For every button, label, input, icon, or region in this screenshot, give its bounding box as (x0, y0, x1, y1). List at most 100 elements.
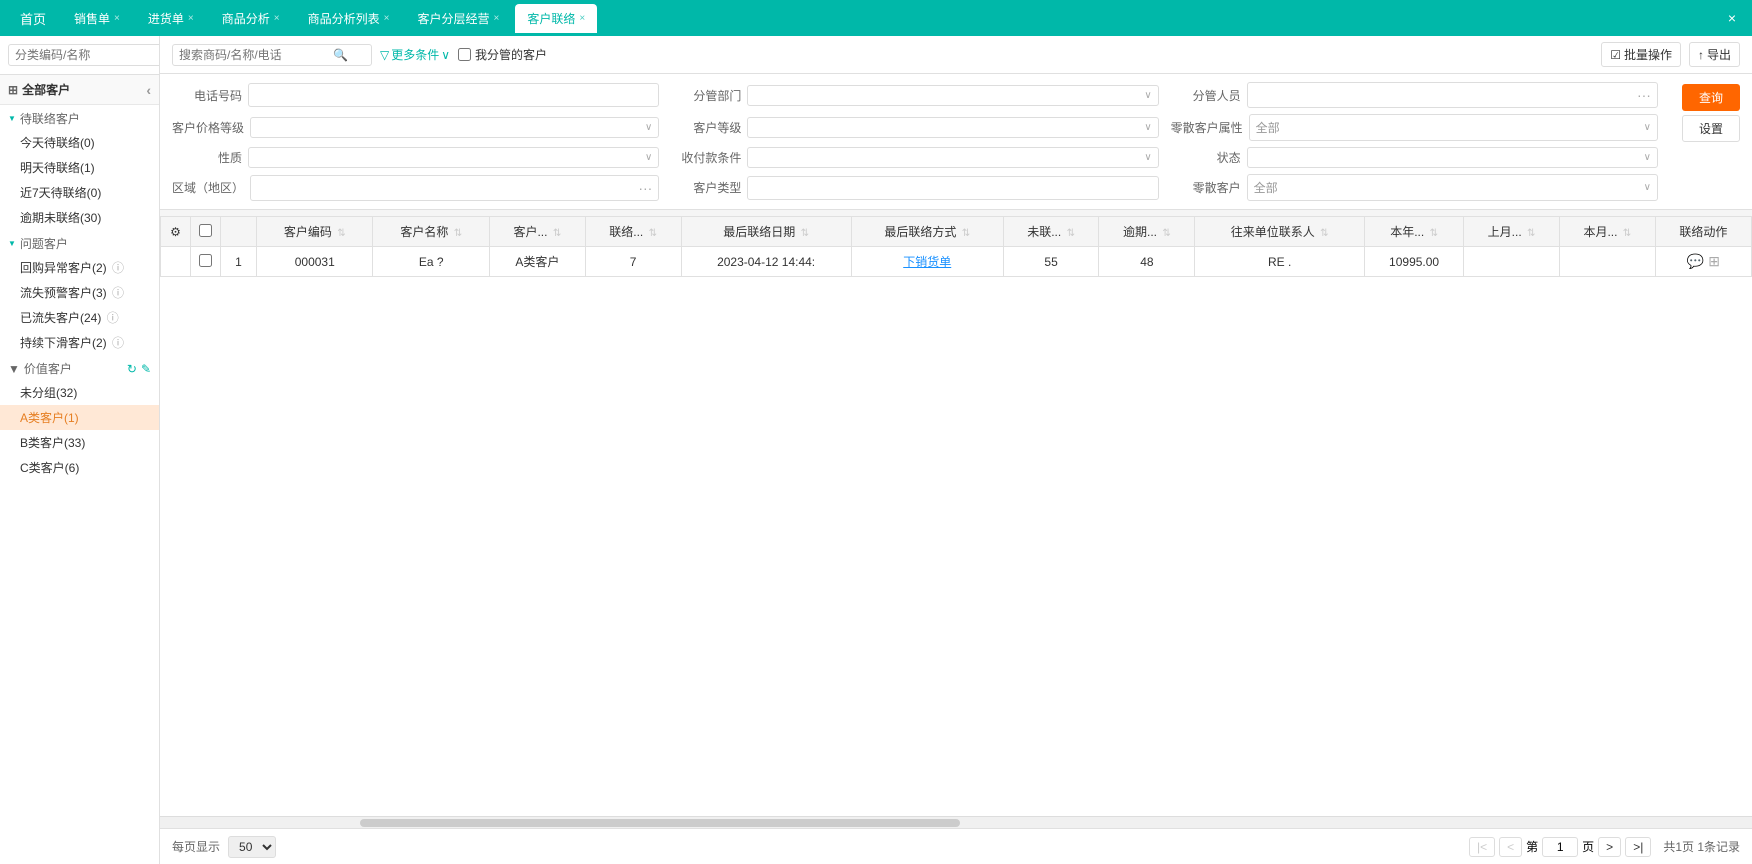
pending-contact-group[interactable]: ▼ 待联络客户 (0, 105, 159, 130)
sidebar-item-unclassified[interactable]: 未分组(32) (0, 380, 159, 405)
more-dots-icon[interactable]: ··· (638, 180, 652, 196)
my-customers-checkbox-label[interactable]: 我分管的客户 (458, 46, 547, 63)
filter-select-retail[interactable]: 全部 ∨ (1247, 174, 1658, 201)
prev-page-button[interactable]: < (1499, 837, 1522, 857)
col-customer-grade[interactable]: 客户... ⇅ (489, 217, 585, 247)
filter-input-person[interactable]: ··· (1247, 82, 1658, 108)
filter-cell-region: 区域（地区） ··· (172, 175, 671, 201)
nav-home[interactable]: 首页 (8, 3, 58, 34)
filter-input-phone[interactable] (248, 83, 659, 107)
filter-select-dept[interactable]: ∨ (747, 85, 1158, 106)
query-button[interactable]: 查询 (1682, 84, 1740, 111)
close-icon[interactable]: × (493, 13, 499, 24)
sort-icon: ⇅ (553, 228, 561, 239)
batch-operation-button[interactable]: ☑ 批量操作 (1601, 42, 1681, 67)
row-checkbox[interactable] (199, 254, 212, 267)
first-page-button[interactable]: |< (1469, 837, 1495, 857)
collapse-icon[interactable]: ‹ (146, 82, 151, 98)
filter-select-nature[interactable]: ∨ (248, 147, 659, 168)
sidebar-item-today[interactable]: 今天待联络(0) (0, 130, 159, 155)
refresh-icon[interactable]: ↻ (127, 362, 137, 376)
sidebar-item-repurchase-abnormal[interactable]: 回购异常客户(2) ⓘ (0, 255, 159, 280)
col-year-amount[interactable]: 本年... ⇅ (1364, 217, 1463, 247)
info-icon: ⓘ (112, 336, 124, 350)
last-method-link[interactable]: 下销货单 (903, 255, 951, 269)
page-size-select[interactable]: 50 (228, 836, 276, 858)
main-search-icon[interactable]: 🔍 (333, 48, 348, 62)
filter-label-retail: 零散客户 (1171, 179, 1241, 196)
next-page-button[interactable]: > (1598, 837, 1621, 857)
tab-product-analysis[interactable]: 商品分析 × (210, 4, 292, 33)
close-icon[interactable]: × (384, 13, 390, 24)
sidebar-item-class-a[interactable]: A类客户(1) (0, 405, 159, 430)
sidebar-item-tomorrow[interactable]: 明天待联络(1) (0, 155, 159, 180)
filter-select-status[interactable]: ∨ (1247, 147, 1658, 168)
scrollbar-thumb[interactable] (360, 819, 960, 827)
close-icon[interactable]: × (579, 13, 585, 24)
filter-label-price-level: 客户价格等级 (172, 119, 244, 136)
close-icon[interactable]: × (274, 13, 280, 24)
tab-customer-contact[interactable]: 客户联络 × (515, 4, 597, 33)
sidebar-item-churn-warning[interactable]: 流失预警客户(3) ⓘ (0, 280, 159, 305)
category-search-input[interactable] (8, 44, 160, 66)
col-check[interactable] (191, 217, 221, 247)
cell-check[interactable] (191, 247, 221, 277)
problem-customers-group[interactable]: ▼ 问题客户 (0, 230, 159, 255)
settings-button[interactable]: 设置 (1682, 115, 1740, 142)
message-icon[interactable]: 💬 (1687, 253, 1704, 270)
col-last-method[interactable]: 最后联络方式 ⇅ (851, 217, 1003, 247)
main-search-box[interactable]: 🔍 (172, 44, 372, 66)
edit-icon[interactable]: ✎ (141, 362, 151, 376)
triangle-icon: ▼ (8, 114, 16, 123)
tab-customer-segment[interactable]: 客户分层经营 × (405, 4, 511, 33)
col-overdue[interactable]: 逾期... ⇅ (1099, 217, 1195, 247)
export-button[interactable]: ↑ 导出 (1689, 42, 1740, 67)
col-customer-code[interactable]: 客户编码 ⇅ (257, 217, 373, 247)
all-customers-header[interactable]: ⊞ 全部客户 ‹ (0, 75, 159, 105)
sidebar-item-declining[interactable]: 持续下滑客户(2) ⓘ (0, 330, 159, 355)
close-icon[interactable]: × (114, 13, 120, 24)
filter-select-retail-attr[interactable]: 全部 ∨ (1249, 114, 1658, 141)
window-close-button[interactable]: × (1720, 6, 1744, 30)
sidebar-item-churned[interactable]: 已流失客户(24) ⓘ (0, 305, 159, 330)
col-contacts-person[interactable]: 往来单位联系人 ⇅ (1195, 217, 1365, 247)
last-page-button[interactable]: >| (1625, 837, 1651, 857)
cell-grade: A类客户 (489, 247, 585, 277)
sidebar-item-7days[interactable]: 近7天待联络(0) (0, 180, 159, 205)
more-filter-button[interactable]: ▽ 更多条件 ∨ (380, 46, 450, 63)
sort-icon: ⇅ (801, 228, 809, 239)
filter-select-payment[interactable]: ∨ (747, 147, 1158, 168)
value-group-label[interactable]: ▼ 价值客户 (8, 360, 72, 377)
filter-input-region[interactable]: ··· (250, 175, 659, 201)
filter-input-customer-type[interactable] (747, 176, 1158, 200)
cell-last-method[interactable]: 下销货单 (851, 247, 1003, 277)
my-customers-checkbox[interactable] (458, 48, 471, 61)
col-last-month[interactable]: 上月... ⇅ (1464, 217, 1560, 247)
col-last-date[interactable]: 最后联络日期 ⇅ (681, 217, 851, 247)
close-icon[interactable]: × (188, 13, 194, 24)
col-customer-name[interactable]: 客户名称 ⇅ (373, 217, 489, 247)
sidebar-item-class-b[interactable]: B类客户(33) (0, 430, 159, 455)
horizontal-scrollbar[interactable] (160, 816, 1752, 828)
col-no-contact[interactable]: 未联... ⇅ (1003, 217, 1099, 247)
triangle-icon: ▼ (8, 239, 16, 248)
tab-product-analysis-list[interactable]: 商品分析列表 × (296, 4, 402, 33)
col-gear[interactable]: ⚙ (161, 217, 191, 247)
select-all-checkbox[interactable] (199, 224, 212, 237)
sort-icon: ⇅ (1320, 228, 1328, 239)
filter-cell-payment: 收付款条件 ∨ (671, 147, 1170, 168)
tab-sales[interactable]: 销售单 × (62, 4, 132, 33)
filter-select-price-level[interactable]: ∨ (250, 117, 659, 138)
sort-icon: ⇅ (1067, 228, 1075, 239)
page-input[interactable] (1542, 837, 1578, 857)
tab-purchase[interactable]: 进货单 × (136, 4, 206, 33)
col-this-month[interactable]: 本月... ⇅ (1559, 217, 1655, 247)
main-search-input[interactable] (179, 48, 329, 62)
chevron-down-icon: ∨ (645, 122, 652, 133)
grid-action-icon[interactable]: ⊞ (1708, 253, 1720, 270)
sidebar-item-class-c[interactable]: C类客户(6) (0, 455, 159, 480)
filter-select-grade[interactable]: ∨ (747, 117, 1158, 138)
sidebar-item-overdue[interactable]: 逾期未联络(30) (0, 205, 159, 230)
col-contact-count[interactable]: 联络... ⇅ (585, 217, 681, 247)
more-dots-icon[interactable]: ··· (1637, 87, 1651, 103)
